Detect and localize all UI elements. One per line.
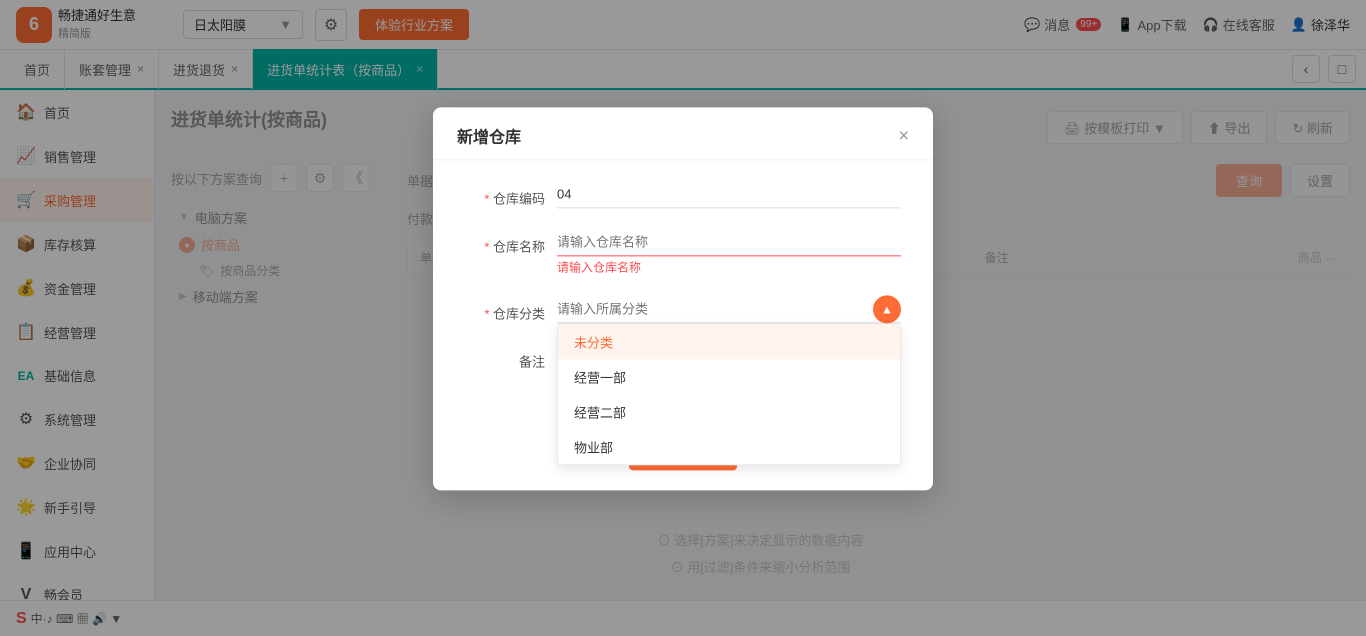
code-input[interactable] (557, 180, 901, 208)
category-select-wrapper: ▲ 未分类 经营一部 经营二部 物业部 (557, 295, 901, 323)
modal-close-button[interactable]: × (898, 125, 909, 146)
name-label: 仓库名称 (465, 228, 545, 255)
modal-title: 新增仓库 (457, 123, 521, 147)
category-option-property[interactable]: 物业部 (558, 429, 900, 464)
new-warehouse-modal: 新增仓库 × 仓库编码 仓库名称 请输入仓库名称 仓库分类 ▲ 未分类 (433, 107, 933, 490)
category-label: 仓库分类 (465, 295, 545, 322)
modal-body: 仓库编码 仓库名称 请输入仓库名称 仓库分类 ▲ 未分类 经营一部 经营二部 (433, 160, 933, 426)
name-row: 仓库名称 请输入仓库名称 (465, 228, 901, 275)
category-option-ops2[interactable]: 经营二部 (558, 394, 900, 429)
name-input[interactable] (557, 228, 901, 256)
remark-label: 备注 (465, 343, 545, 370)
category-dropdown: 未分类 经营一部 经营二部 物业部 (557, 323, 901, 465)
category-row: 仓库分类 ▲ 未分类 经营一部 经营二部 物业部 (465, 295, 901, 323)
name-error-msg: 请输入仓库名称 (557, 258, 901, 275)
code-row: 仓库编码 (465, 180, 901, 208)
modal-header: 新增仓库 × (433, 107, 933, 160)
category-option-unclassified[interactable]: 未分类 (558, 324, 900, 359)
code-label: 仓库编码 (465, 180, 545, 207)
category-dropdown-toggle[interactable]: ▲ (873, 295, 901, 323)
category-option-ops1[interactable]: 经营一部 (558, 359, 900, 394)
category-input[interactable] (557, 295, 901, 323)
